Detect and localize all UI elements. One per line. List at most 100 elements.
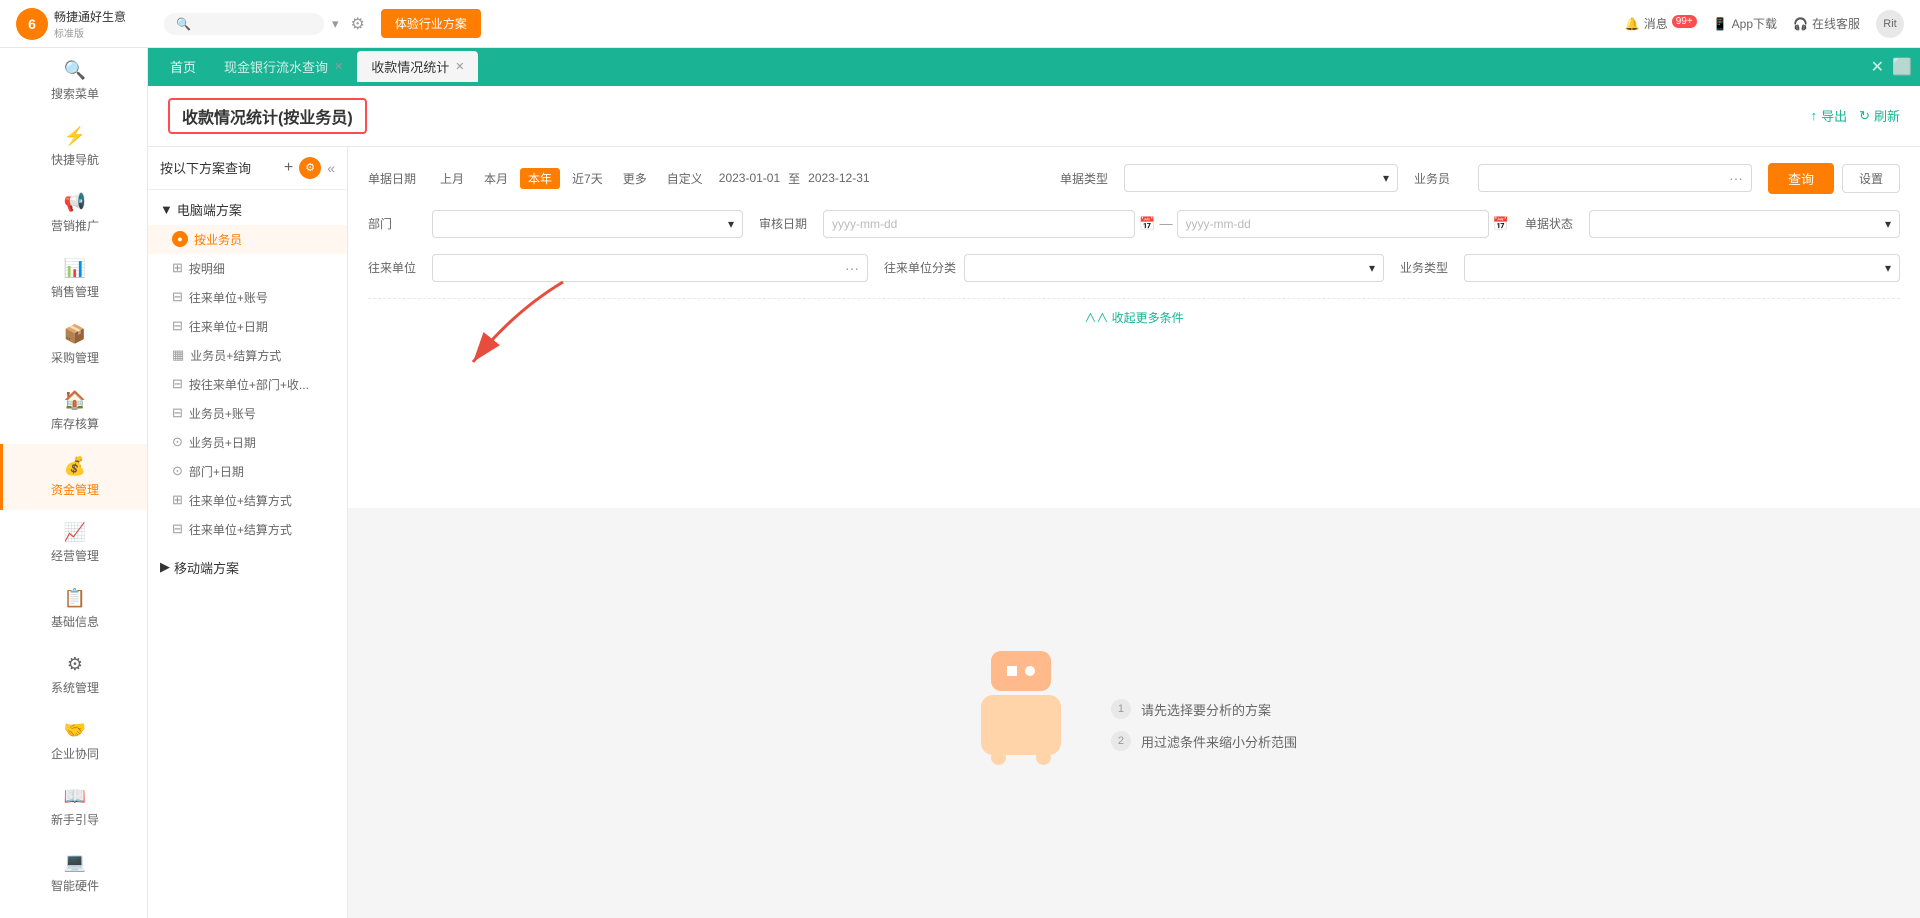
- scheme-header-label: 按以下方案查询: [160, 158, 251, 177]
- tab-receipt-stats-close[interactable]: ✕: [455, 60, 464, 73]
- sidebar-item-hardware[interactable]: 💻 智能硬件: [0, 840, 147, 906]
- sidebar-item-collab[interactable]: 🤝 企业协同: [0, 708, 147, 774]
- date-range-to: 2023-12-31: [808, 171, 869, 185]
- basic-info-icon: 📋: [64, 588, 86, 609]
- tab-home[interactable]: 首页: [156, 51, 210, 82]
- scheme-item-unit-dept[interactable]: ⊟ 按往来单位+部门+收...: [148, 370, 347, 399]
- collapse-chevron-up: ∧∧: [1084, 311, 1111, 325]
- filter-item-dept: 部门 ▾: [368, 210, 743, 238]
- date-tab-more[interactable]: 更多: [615, 168, 655, 189]
- doc-status-select[interactable]: ▾: [1589, 210, 1900, 238]
- dept-select[interactable]: ▾: [432, 210, 743, 238]
- date-tab-custom[interactable]: 自定义: [659, 168, 711, 189]
- scheme-item-unit-account[interactable]: ⊟ 往来单位+账号: [148, 283, 347, 312]
- filter-item-doc-type: 单据类型 ▾: [1060, 164, 1398, 192]
- sidebar-item-sales[interactable]: 📊 销售管理: [0, 246, 147, 312]
- sidebar-item-wechat[interactable]: 💬 企业微信: [0, 906, 147, 918]
- counterparty-class-chevron: ▾: [1369, 261, 1375, 275]
- sidebar-item-finance[interactable]: 💰 资金管理: [0, 444, 147, 510]
- filter-control-counterparty: ···: [432, 254, 868, 282]
- online-service[interactable]: 🎧 在线客服: [1793, 15, 1860, 32]
- export-button[interactable]: ↑ 导出: [1811, 106, 1848, 125]
- tab-bank-flow-close[interactable]: ✕: [334, 60, 343, 73]
- calendar-icon-to[interactable]: 📅: [1493, 216, 1509, 232]
- sidebar-item-purchase[interactable]: 📦 采购管理: [0, 312, 147, 378]
- sidebar-item-marketing[interactable]: 📢 营销推广: [0, 180, 147, 246]
- scheme-item-detail-icon: ⊞: [172, 260, 183, 276]
- scheme-item-detail[interactable]: ⊞ 按明细: [148, 254, 347, 283]
- robot-illustration: [971, 651, 1071, 751]
- chevron-down-icon: ▼: [160, 202, 173, 217]
- scheme-group-mobile-title[interactable]: ▶ 移动端方案: [148, 552, 347, 583]
- collapse-more-btn[interactable]: ∧∧ 收起更多条件: [368, 298, 1900, 336]
- scheme-item-salesperson-account-icon: ⊟: [172, 405, 183, 421]
- logo-text: 6: [28, 16, 36, 32]
- calendar-icon-from[interactable]: 📅: [1139, 216, 1155, 232]
- sidebar-item-guide[interactable]: 📖 新手引导: [0, 774, 147, 840]
- salesperson-more-btn[interactable]: ···: [1729, 170, 1743, 186]
- sidebar-item-quicknav[interactable]: ⚡ 快捷导航: [0, 114, 147, 180]
- scheme-item-dept-date[interactable]: ⊙ 部门+日期: [148, 457, 347, 486]
- date-tab-last-month[interactable]: 上月: [432, 168, 472, 189]
- sidebar-label-operations: 经营管理: [51, 547, 99, 564]
- scheme-item-salesperson-account[interactable]: ⊟ 业务员+账号: [148, 399, 347, 428]
- query-button[interactable]: 查询: [1768, 163, 1834, 194]
- review-date-from-input[interactable]: yyyy-mm-dd: [823, 210, 1135, 238]
- scheme-item-unit-date[interactable]: ⊟ 往来单位+日期: [148, 312, 347, 341]
- online-service-label: 在线客服: [1812, 15, 1860, 32]
- step-1-label: 请先选择要分析的方案: [1141, 700, 1271, 719]
- search-bar[interactable]: 🔍: [164, 13, 324, 35]
- refresh-button[interactable]: ↻ 刷新: [1859, 106, 1900, 125]
- settings-icon[interactable]: ⚙: [351, 16, 365, 33]
- scheme-item-salesperson-payment[interactable]: ▦ 业务员+结算方式: [148, 341, 347, 370]
- sidebar-item-inventory[interactable]: 🏠 库存核算: [0, 378, 147, 444]
- scheme-add-btn[interactable]: +: [284, 159, 293, 177]
- scheme-header-actions: + ⚙ «: [284, 157, 335, 179]
- tab-close-all[interactable]: ✕: [1871, 57, 1884, 77]
- sidebar-item-system[interactable]: ⚙ 系统管理: [0, 642, 147, 708]
- sidebar-item-search[interactable]: 🔍 搜索菜单: [0, 48, 147, 114]
- page-title: 收款情况统计(按业务员): [182, 110, 353, 127]
- date-tab-7days[interactable]: 近7天: [564, 168, 611, 189]
- user-avatar[interactable]: Rit: [1876, 10, 1904, 38]
- scheme-item-salesperson-payment-icon: ▦: [172, 347, 184, 363]
- logo-icon: 6: [16, 8, 48, 40]
- scheme-item-salesperson-date[interactable]: ⊙ 业务员+日期: [148, 428, 347, 457]
- tab-maximize[interactable]: ⬜: [1892, 57, 1912, 77]
- tab-bank-flow[interactable]: 现金银行流水查询 ✕: [210, 51, 357, 82]
- sidebar-item-basic-info[interactable]: 📋 基础信息: [0, 576, 147, 642]
- notifications[interactable]: 🔔 消息 99+: [1625, 15, 1697, 32]
- scheme-collapse-btn[interactable]: «: [327, 160, 335, 176]
- scheme-item-salesperson-payment-label: 业务员+结算方式: [190, 347, 281, 364]
- scheme-item-salesperson[interactable]: ● 按业务员: [148, 225, 347, 254]
- scheme-group-desktop-title[interactable]: ▼ 电脑端方案: [148, 194, 347, 225]
- dropdown-icon[interactable]: ▾: [332, 16, 339, 31]
- review-date-to-value: yyyy-mm-dd: [1186, 217, 1251, 231]
- date-tab-this-year[interactable]: 本年: [520, 168, 560, 189]
- counterparty-class-select[interactable]: ▾: [964, 254, 1384, 282]
- export-label: 导出: [1821, 106, 1847, 125]
- scheme-settings-btn[interactable]: ⚙: [299, 157, 321, 179]
- refresh-label: 刷新: [1874, 106, 1900, 125]
- counterparty-more-btn[interactable]: ···: [845, 260, 859, 276]
- tab-bar-right: ✕ ⬜: [1871, 57, 1912, 77]
- scheme-item-unit-payment2[interactable]: ⊟ 往来单位+结算方式: [148, 515, 347, 544]
- app-download[interactable]: 📱 App下载: [1713, 15, 1777, 32]
- purchase-icon: 📦: [64, 324, 86, 345]
- robot-foot-right: [1036, 750, 1051, 765]
- business-type-select[interactable]: ▾: [1464, 254, 1900, 282]
- filter-item-date: 单据日期 上月 本月 本年 近7天 更多 自定义 20: [368, 168, 1044, 189]
- page-actions: ↑ 导出 ↻ 刷新: [1811, 106, 1900, 125]
- settings-button[interactable]: 设置: [1842, 164, 1900, 193]
- sidebar-label-collab: 企业协同: [51, 745, 99, 762]
- tab-receipt-stats[interactable]: 收款情况统计 ✕: [357, 51, 478, 82]
- doc-type-select[interactable]: ▾: [1124, 164, 1398, 192]
- sidebar-item-operations[interactable]: 📈 经营管理: [0, 510, 147, 576]
- trial-button[interactable]: 体验行业方案: [381, 9, 481, 38]
- review-date-from-value: yyyy-mm-dd: [832, 217, 897, 231]
- review-date-to-input[interactable]: yyyy-mm-dd: [1177, 210, 1489, 238]
- date-tab-this-month[interactable]: 本月: [476, 168, 516, 189]
- scheme-item-dept-date-label: 部门+日期: [189, 463, 244, 480]
- scheme-item-unit-payment1[interactable]: ⊞ 往来单位+结算方式: [148, 486, 347, 515]
- scheme-panel: 按以下方案查询 + ⚙ « ▼ 电脑端方案: [148, 147, 348, 918]
